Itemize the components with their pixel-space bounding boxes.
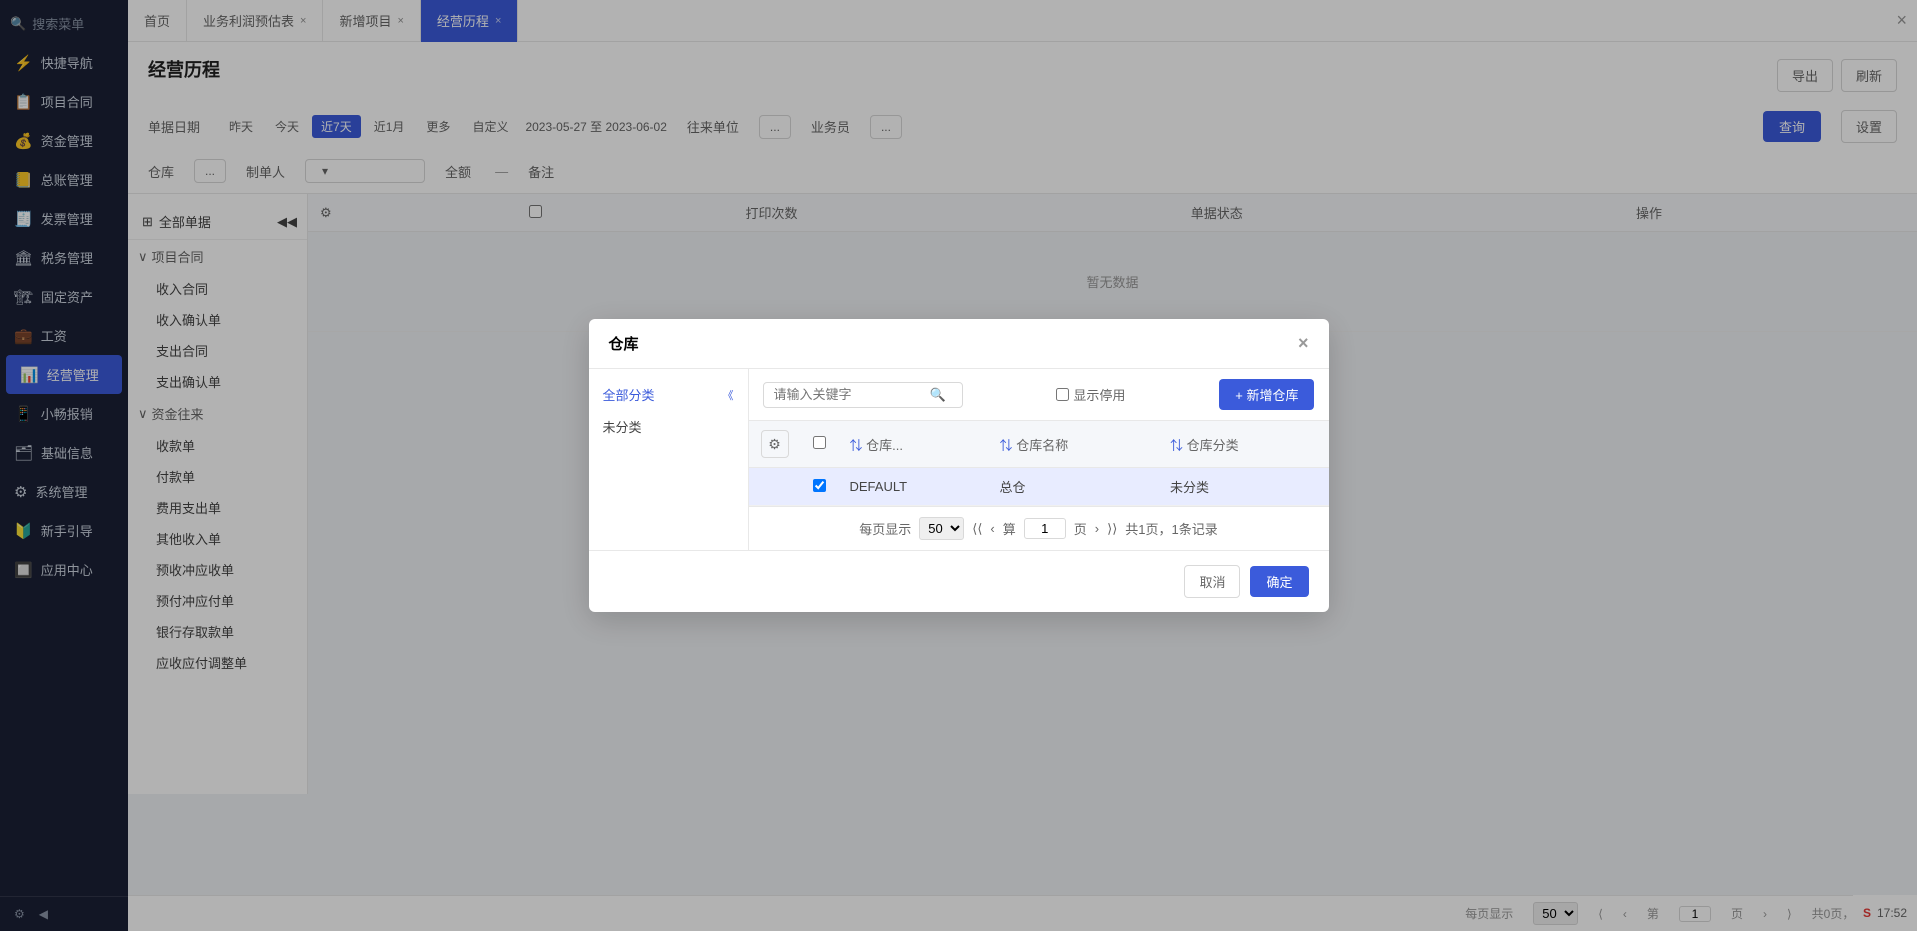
th-checkbox[interactable]: [801, 421, 838, 468]
sort-icon-2: ⇅: [1000, 438, 1013, 453]
modal-search-input[interactable]: [774, 387, 924, 402]
sort-icon-3: ⇅: [1170, 438, 1183, 453]
modal-show-disabled: 显示停用: [1056, 385, 1125, 404]
pagination-prev-btn[interactable]: ‹: [990, 521, 994, 536]
modal-title: 仓库: [609, 333, 639, 354]
modal-overlay: 仓库 × 全部分类 《 未分类: [0, 0, 1917, 931]
pagination-page-input[interactable]: [1024, 518, 1066, 539]
pagination-page-label: 算: [1003, 519, 1016, 538]
page-size-select[interactable]: 50: [919, 517, 964, 540]
modal-left-header: 全部分类 《: [589, 379, 748, 410]
pagination-page-suffix: 页: [1074, 519, 1087, 538]
modal-right-panel: 🔍 显示停用 + 新增仓库 ⚙: [749, 369, 1329, 550]
pagination-next-btn[interactable]: ›: [1095, 521, 1099, 536]
modal-toolbar: 🔍 显示停用 + 新增仓库: [749, 369, 1329, 421]
modal-header: 仓库 ×: [589, 319, 1329, 369]
th-settings[interactable]: ⚙: [749, 421, 801, 468]
th-code-label: 仓库...: [866, 438, 903, 453]
show-disabled-label: 显示停用: [1073, 385, 1125, 404]
modal-pagination: 每页显示 50 ⟨⟨ ‹ 算 页 › ⟩⟩ 共1页，1条记录: [749, 506, 1329, 550]
modal-left-title: 全部分类: [603, 385, 655, 404]
td-name: 总仓: [988, 468, 1158, 506]
add-warehouse-button[interactable]: + 新增仓库: [1219, 379, 1314, 410]
td-category: 未分类: [1158, 468, 1328, 506]
cancel-button[interactable]: 取消: [1184, 565, 1240, 598]
warehouse-table: ⚙ ⇅ 仓库... ⇅: [749, 421, 1329, 506]
th-category[interactable]: ⇅ 仓库分类: [1158, 421, 1328, 468]
confirm-button[interactable]: 确定: [1250, 566, 1308, 597]
page-size-label: 每页显示: [859, 519, 911, 538]
th-name[interactable]: ⇅ 仓库名称: [988, 421, 1158, 468]
show-disabled-checkbox[interactable]: [1056, 388, 1069, 401]
th-category-label: 仓库分类: [1187, 438, 1239, 453]
warehouse-modal: 仓库 × 全部分类 《 未分类: [589, 319, 1329, 612]
modal-close-btn[interactable]: ×: [1298, 333, 1309, 354]
table-gear-icon[interactable]: ⚙: [761, 430, 789, 458]
td-code: DEFAULT: [838, 468, 988, 506]
th-name-label: 仓库名称: [1016, 438, 1068, 453]
modal-body: 全部分类 《 未分类 🔍: [589, 369, 1329, 550]
modal-left-panel: 全部分类 《 未分类: [589, 369, 749, 550]
modal-table: ⚙ ⇅ 仓库... ⇅: [749, 421, 1329, 506]
td-settings: [749, 468, 801, 506]
th-code[interactable]: ⇅ 仓库...: [838, 421, 988, 468]
pagination-first-btn[interactable]: ⟨⟨: [972, 521, 982, 537]
search-icon: 🔍: [930, 387, 946, 403]
modal-actions: 取消 确定: [589, 550, 1329, 612]
modal-left-collapse-icon[interactable]: 《: [723, 387, 734, 403]
modal-search-box[interactable]: 🔍: [763, 382, 963, 408]
td-checkbox[interactable]: [801, 468, 838, 506]
pagination-last-btn[interactable]: ⟩⟩: [1107, 521, 1117, 537]
row-checkbox[interactable]: [813, 479, 826, 492]
table-row[interactable]: DEFAULT 总仓 未分类: [749, 468, 1329, 506]
th-select-all[interactable]: [813, 436, 826, 449]
modal-left-item-unclassified[interactable]: 未分类: [589, 410, 748, 443]
pagination-total-info: 共1页，1条记录: [1125, 519, 1217, 538]
sort-icon: ⇅: [850, 438, 863, 453]
modal-left-scroll: 未分类: [589, 410, 748, 540]
